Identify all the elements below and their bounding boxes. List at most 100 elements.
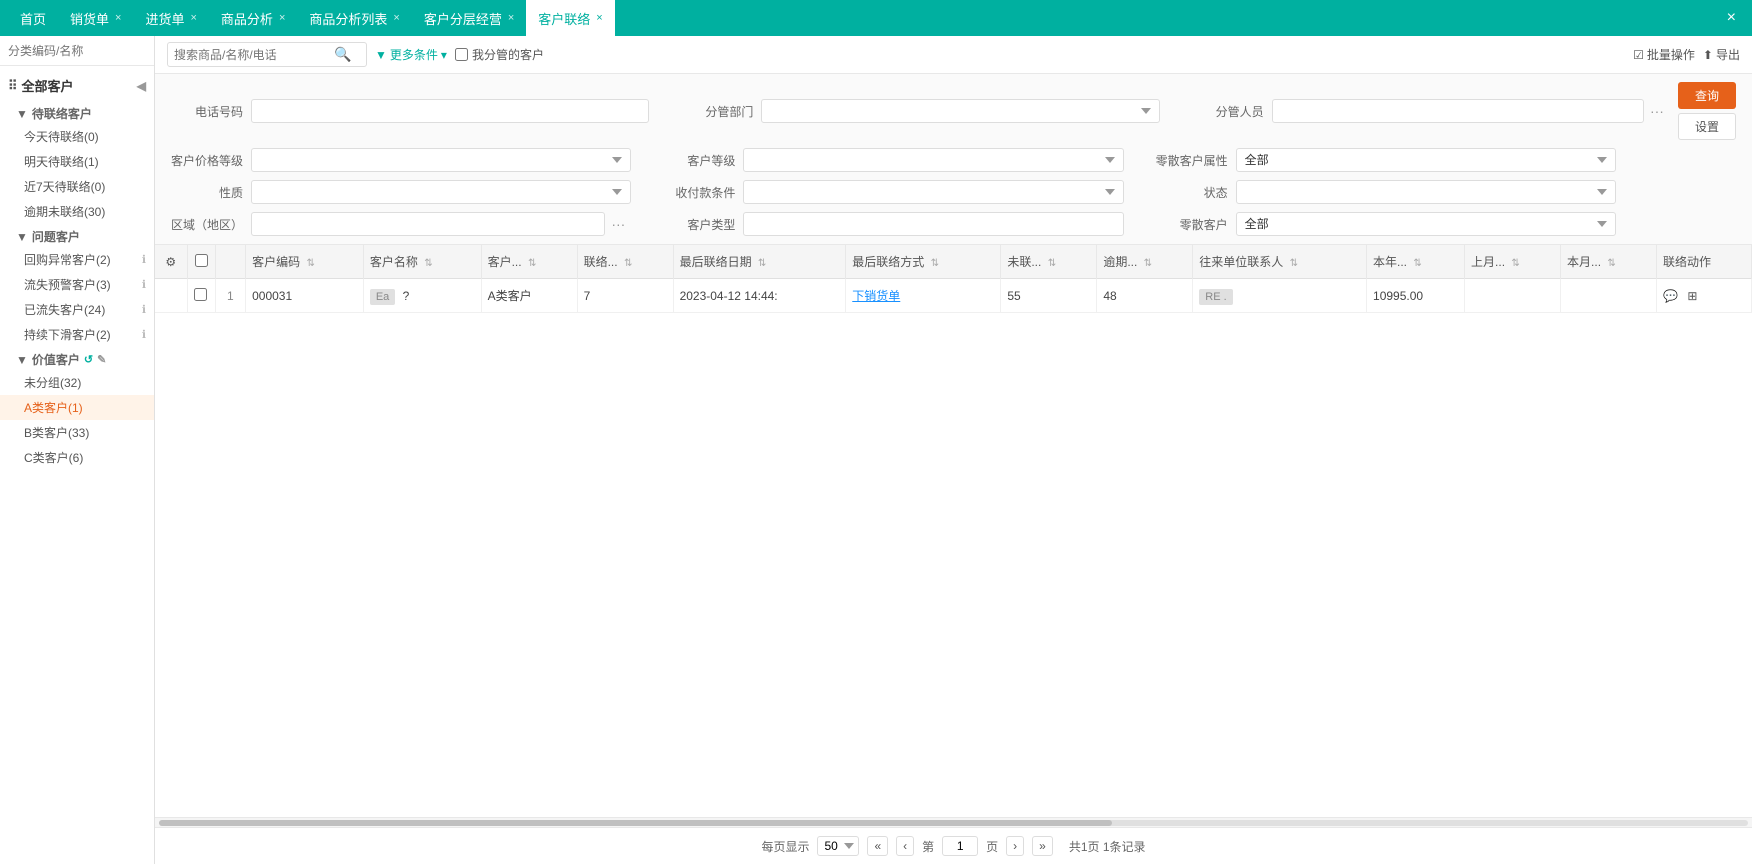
staff-input[interactable]: [1272, 99, 1644, 123]
sidebar-search-input[interactable]: [8, 44, 155, 58]
group-value-customers[interactable]: ▼ 价值客户 ↺ ✎: [0, 347, 154, 370]
sidebar-item-repurchase-abnormal[interactable]: 回购异常客户(2) ℹ: [0, 247, 154, 272]
contact-person-avatar: RE .: [1199, 289, 1232, 305]
region-input[interactable]: [251, 212, 605, 236]
customer-type-field: 客户类型: [663, 212, 1123, 236]
th-customer-code: 客户编码 ⇅: [246, 245, 364, 279]
contact-method-link[interactable]: 下销货单: [852, 289, 900, 303]
td-customer-type: A类客户: [481, 279, 577, 313]
sidebar-item-declining[interactable]: 持续下滑客户(2) ℹ: [0, 322, 154, 347]
staff-field: 分管人员 ···: [1192, 99, 1670, 123]
nav-customer-contact[interactable]: 客户联络 ×: [526, 0, 614, 36]
scrollbar-thumb: [159, 820, 1112, 826]
gear-icon[interactable]: ⚙: [165, 255, 176, 269]
query-button[interactable]: 查询: [1678, 82, 1736, 109]
customer-name-text: ?: [403, 289, 410, 303]
close-sales-order-icon[interactable]: ×: [115, 12, 121, 24]
dept-select[interactable]: [761, 99, 1159, 123]
th-last-month: 上月... ⇅: [1465, 245, 1561, 279]
last-page-button[interactable]: »: [1032, 836, 1053, 856]
horizontal-scrollbar[interactable]: [155, 817, 1752, 827]
close-window-button[interactable]: ×: [1719, 9, 1744, 27]
sort-icon-lastmonth: ⇅: [1511, 258, 1519, 269]
sidebar-item-tomorrow-contact[interactable]: 明天待联络(1): [0, 149, 154, 174]
sort-icon-code: ⇅: [306, 258, 314, 269]
sidebar-item-churn-warning[interactable]: 流失预警客户(3) ℹ: [0, 272, 154, 297]
next-page-button[interactable]: ›: [1006, 836, 1024, 856]
data-table-container: ⚙ 客户编码 ⇅ 客户名称 ⇅: [155, 245, 1752, 817]
filter-panel: 电话号码 分管部门 分管人员 ··· 查询 设置: [155, 74, 1752, 245]
td-gear: [155, 279, 187, 313]
td-this-year: 10995.00: [1367, 279, 1465, 313]
nav-product-analysis[interactable]: 商品分析 ×: [209, 0, 297, 36]
region-field: 区域（地区） ···: [171, 212, 631, 236]
retail-customer-field: 零散客户 全部: [1156, 212, 1616, 236]
arrow-icon-2: ▼: [16, 230, 28, 244]
top-navigation: 首页 销货单 × 进货单 × 商品分析 × 商品分析列表 × 客户分层经营 × …: [0, 0, 1752, 36]
nature-select[interactable]: [251, 180, 631, 204]
filter-search-input[interactable]: [174, 48, 334, 62]
page-number-input[interactable]: [942, 836, 978, 856]
row-checkbox[interactable]: [194, 288, 207, 301]
my-customers-checkbox[interactable]: [455, 48, 468, 61]
sidebar-item-a-class[interactable]: A类客户(1): [0, 395, 154, 420]
sidebar-item-today-contact[interactable]: 今天待联络(0): [0, 124, 154, 149]
filter-row-2: 客户价格等级 客户等级 零散客户属性 全部: [171, 148, 1736, 172]
collapse-icon[interactable]: ◀: [137, 79, 146, 93]
customer-type-input[interactable]: [743, 212, 1123, 236]
batch-operation-button[interactable]: ☑ 批量操作: [1633, 46, 1695, 63]
page-size-select[interactable]: 50: [817, 836, 859, 856]
edit-icon[interactable]: ✎: [97, 353, 106, 366]
close-purchase-order-icon[interactable]: ×: [190, 12, 196, 24]
td-check: [187, 279, 215, 313]
customer-level-select[interactable]: [743, 148, 1123, 172]
nav-customer-segment[interactable]: 客户分层经营 ×: [412, 0, 526, 36]
nav-product-analysis-list[interactable]: 商品分析列表 ×: [297, 0, 411, 36]
status-select[interactable]: [1236, 180, 1616, 204]
sidebar-item-c-class[interactable]: C类客户(6): [0, 445, 154, 470]
payment-select[interactable]: [743, 180, 1123, 204]
phone-field: 电话号码: [171, 99, 649, 123]
phone-input[interactable]: [251, 99, 649, 123]
th-customer-type: 客户... ⇅: [481, 245, 577, 279]
nav-sales-order[interactable]: 销货单 ×: [58, 0, 133, 36]
more-filters-button[interactable]: ▼ 更多条件 ▾: [375, 46, 447, 63]
action-icon-1[interactable]: 💬: [1663, 289, 1678, 303]
first-page-button[interactable]: «: [867, 836, 888, 856]
staff-dots-icon[interactable]: ···: [1644, 103, 1670, 119]
region-dots-icon[interactable]: ···: [605, 216, 631, 232]
select-all-checkbox[interactable]: [195, 254, 208, 267]
sidebar-item-b-class[interactable]: B类客户(33): [0, 420, 154, 445]
chevron-icon: ▾: [441, 48, 447, 62]
retail-customer-select[interactable]: 全部: [1236, 212, 1616, 236]
sidebar-item-7day-contact[interactable]: 近7天待联络(0): [0, 174, 154, 199]
refresh-icon[interactable]: ↺: [84, 353, 93, 366]
group-problem-customers[interactable]: ▼ 问题客户: [0, 224, 154, 247]
scrollbar-track: [159, 820, 1748, 826]
nav-home[interactable]: 首页: [8, 0, 58, 36]
price-level-select[interactable]: [251, 148, 631, 172]
close-customer-contact-icon[interactable]: ×: [596, 12, 602, 24]
table-header-row: ⚙ 客户编码 ⇅ 客户名称 ⇅: [155, 245, 1752, 279]
close-product-analysis-list-icon[interactable]: ×: [393, 12, 399, 24]
prev-page-button[interactable]: ‹: [896, 836, 914, 856]
close-customer-segment-icon[interactable]: ×: [508, 12, 514, 24]
sort-icon-contact: ⇅: [624, 258, 632, 269]
all-customers-header[interactable]: ⠿ 全部客户 ◀: [0, 70, 154, 101]
retail-attr-field: 零散客户属性 全部: [1156, 148, 1616, 172]
filter-icon: ▼: [375, 48, 387, 62]
sidebar-item-overdue-contact[interactable]: 逾期未联络(30): [0, 199, 154, 224]
export-button[interactable]: ⬆ 导出: [1703, 46, 1740, 63]
action-icon-2[interactable]: ⊞: [1687, 289, 1697, 303]
filter-row-3: 性质 收付款条件 状态: [171, 180, 1736, 204]
sidebar-item-ungrouped[interactable]: 未分组(32): [0, 370, 154, 395]
group-pending-contact[interactable]: ▼ 待联络客户: [0, 101, 154, 124]
info-icon-4: ℹ: [142, 328, 146, 341]
close-product-analysis-icon[interactable]: ×: [279, 12, 285, 24]
th-actions: 联络动作: [1657, 245, 1752, 279]
settings-button[interactable]: 设置: [1678, 113, 1736, 140]
retail-attr-select[interactable]: 全部: [1236, 148, 1616, 172]
sidebar-item-churned[interactable]: 已流失客户(24) ℹ: [0, 297, 154, 322]
nav-purchase-order[interactable]: 进货单 ×: [133, 0, 208, 36]
price-level-field: 客户价格等级: [171, 148, 631, 172]
